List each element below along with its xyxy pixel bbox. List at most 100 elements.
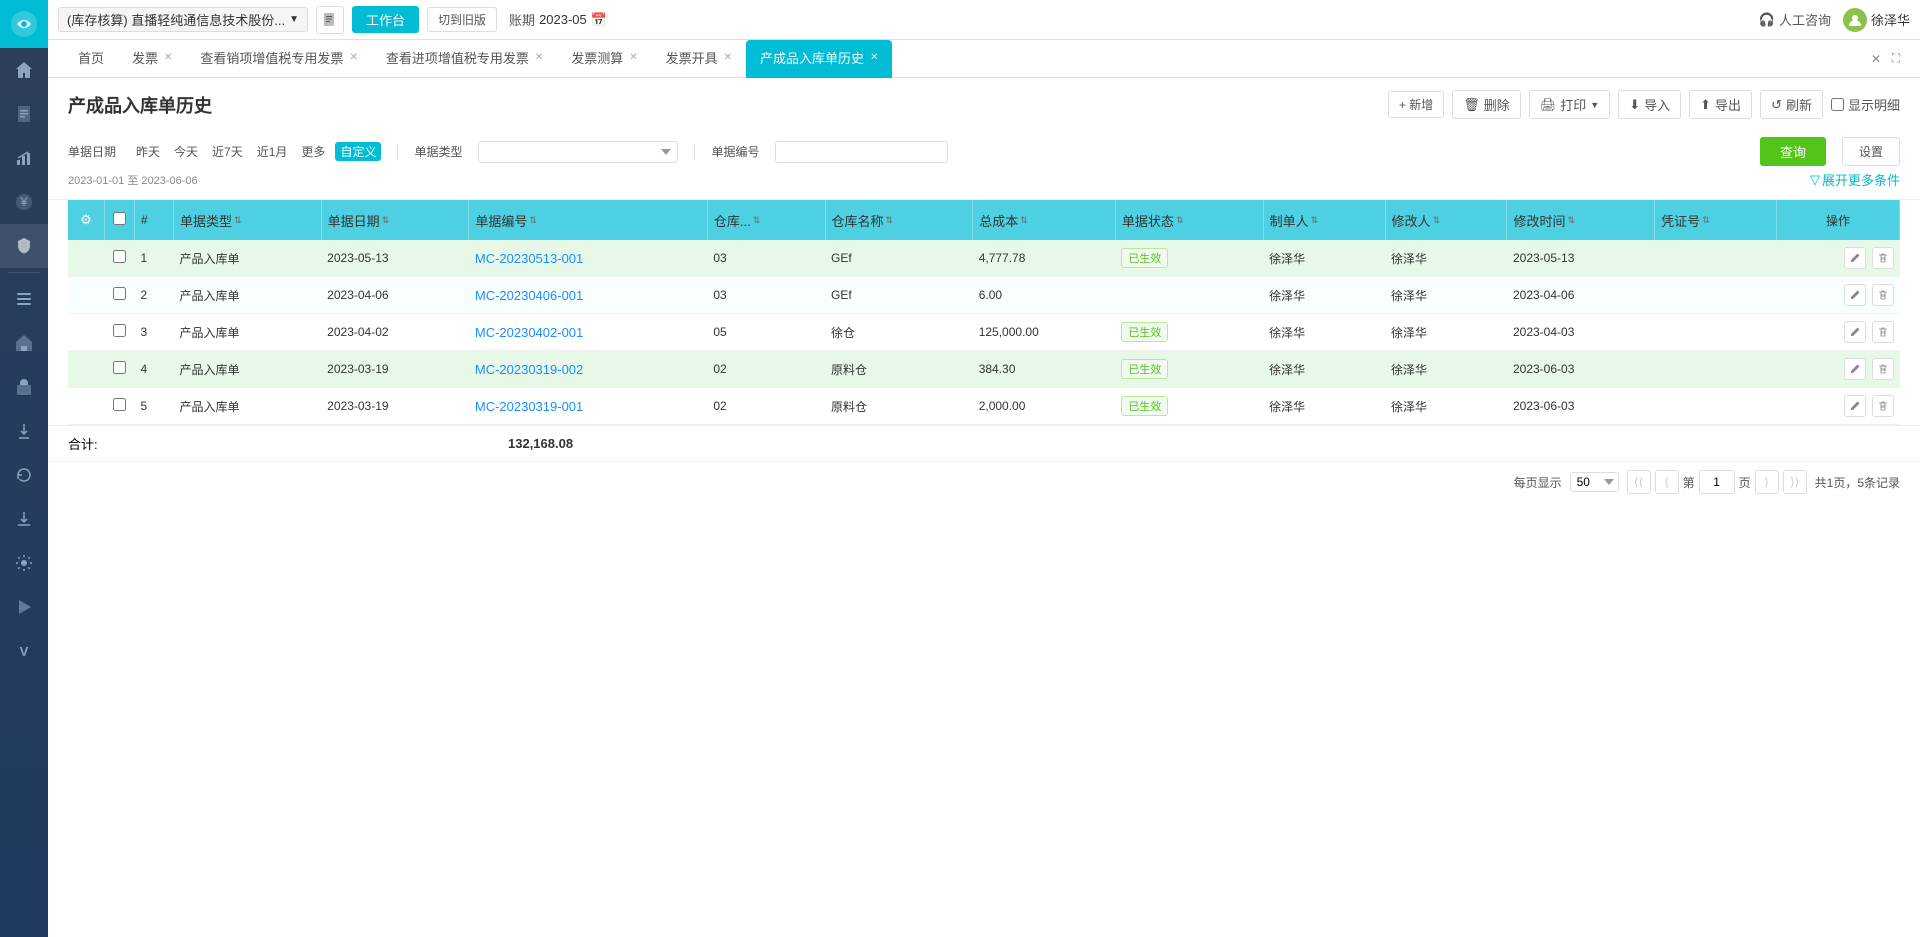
column-settings-icon[interactable]: ⚙: [74, 208, 98, 232]
sidebar-item-refresh[interactable]: [0, 453, 48, 497]
sidebar-item-list[interactable]: [0, 277, 48, 321]
company-selector[interactable]: (库存核算) 直播轻纯通信息技术股份... ▼: [58, 7, 308, 32]
sort-mtime-icon[interactable]: ⇅: [1568, 215, 1576, 226]
expand-filter-button[interactable]: ▽ 展开更多条件: [1810, 170, 1900, 189]
sidebar-item-document[interactable]: [0, 92, 48, 136]
tab-invoice-issue[interactable]: 发票开具 ✕: [652, 40, 746, 78]
sidebar-item-version[interactable]: V: [0, 629, 48, 673]
date-opt-today[interactable]: 今天: [170, 142, 202, 161]
sort-modifier-icon[interactable]: ⇅: [1433, 215, 1441, 226]
edit-btn-1[interactable]: [1844, 284, 1866, 306]
sort-creator-icon[interactable]: ⇅: [1311, 215, 1319, 226]
edit-btn-3[interactable]: [1844, 358, 1866, 380]
sort-number-icon[interactable]: ⇅: [529, 215, 537, 226]
select-all-checkbox[interactable]: [113, 212, 126, 225]
number-link-2[interactable]: MC-20230402-001: [475, 325, 583, 340]
tab-home-label: 首页: [78, 48, 104, 67]
next-page-button[interactable]: ⟩: [1755, 470, 1779, 494]
delete-btn-3[interactable]: [1872, 358, 1894, 380]
tab-purchase-invoice[interactable]: 查看进项增值税专用发票 ✕: [372, 40, 557, 78]
row-checkbox-3[interactable]: [113, 361, 126, 374]
sort-wname-icon[interactable]: ⇅: [886, 215, 894, 226]
sort-voucher-icon[interactable]: ⇅: [1702, 215, 1710, 226]
delete-btn-1[interactable]: [1872, 284, 1894, 306]
sort-date-icon[interactable]: ⇅: [382, 215, 390, 226]
delete-btn-2[interactable]: [1872, 321, 1894, 343]
sort-status-icon[interactable]: ⇅: [1176, 215, 1184, 226]
first-page-button[interactable]: ⟨⟨: [1627, 470, 1651, 494]
sidebar-item-finance[interactable]: ¥: [0, 180, 48, 224]
type-filter-select[interactable]: [478, 141, 678, 163]
sidebar-item-play[interactable]: [0, 585, 48, 629]
page-size-select[interactable]: 20 50 100: [1570, 472, 1619, 492]
sidebar-item-stamp[interactable]: [0, 409, 48, 453]
sidebar-item-warehouse[interactable]: [0, 321, 48, 365]
page-number-input[interactable]: [1699, 470, 1735, 494]
th-action: 操作: [1777, 200, 1900, 240]
row-checkbox-2[interactable]: [113, 324, 126, 337]
tab-product-history-close[interactable]: ✕: [870, 52, 878, 63]
workbench-button[interactable]: 工作台: [352, 6, 419, 33]
show-detail-checkbox[interactable]: [1831, 98, 1844, 111]
refresh-icon: ↺: [1771, 97, 1782, 113]
sidebar-item-inventory[interactable]: [0, 365, 48, 409]
sidebar-item-security[interactable]: [0, 224, 48, 268]
date-opt-yesterday[interactable]: 昨天: [132, 142, 164, 161]
last-page-button[interactable]: ⟩⟩: [1783, 470, 1807, 494]
number-link-0[interactable]: MC-20230513-001: [475, 251, 583, 266]
sort-cost-icon[interactable]: ⇅: [1020, 215, 1028, 226]
refresh-button[interactable]: ↺ 刷新: [1760, 90, 1823, 119]
tab-calc-close[interactable]: ✕: [629, 52, 637, 63]
query-button[interactable]: 查询: [1760, 137, 1826, 166]
maximize-button[interactable]: ⛶: [1888, 51, 1904, 67]
document-icon-btn[interactable]: [316, 6, 344, 34]
row-checkbox-4[interactable]: [113, 398, 126, 411]
new-button[interactable]: + 新增: [1388, 91, 1444, 118]
tab-home[interactable]: 首页: [64, 40, 118, 78]
sidebar-item-download[interactable]: [0, 497, 48, 541]
user-menu[interactable]: 徐泽华: [1843, 8, 1910, 32]
tab-issue-close[interactable]: ✕: [724, 52, 732, 63]
calendar-icon[interactable]: 📅: [591, 12, 607, 28]
date-opt-7days[interactable]: 近7天: [208, 142, 247, 161]
edit-btn-0[interactable]: [1844, 247, 1866, 269]
delete-button[interactable]: 🗑 删除: [1452, 90, 1521, 119]
edit-btn-4[interactable]: [1844, 395, 1866, 417]
number-link-1[interactable]: MC-20230406-001: [475, 288, 583, 303]
delete-btn-0[interactable]: [1872, 247, 1894, 269]
td-creator-3: 徐泽华: [1263, 351, 1385, 388]
tab-invoice[interactable]: 发票 ✕: [118, 40, 186, 78]
date-opt-more[interactable]: 更多: [297, 142, 329, 161]
row-checkbox-0[interactable]: [113, 250, 126, 263]
sidebar-item-home[interactable]: [0, 48, 48, 92]
service-button[interactable]: 🎧 人工咨询: [1759, 10, 1831, 29]
sidebar-item-settings[interactable]: [0, 541, 48, 585]
sidebar-item-chart[interactable]: [0, 136, 48, 180]
tab-sales-invoice[interactable]: 查看销项增值税专用发票 ✕: [186, 40, 371, 78]
tab-invoice-calc[interactable]: 发票测算 ✕: [557, 40, 651, 78]
print-button[interactable]: 🖨 打印 ▼: [1529, 90, 1610, 119]
minimize-button[interactable]: ✕: [1868, 51, 1884, 67]
sort-wcode-icon[interactable]: ⇅: [753, 215, 761, 226]
prev-page-button[interactable]: ⟨: [1655, 470, 1679, 494]
number-link-3[interactable]: MC-20230319-002: [475, 362, 583, 377]
number-filter-input[interactable]: [775, 141, 948, 163]
tab-product-history[interactable]: 产成品入库单历史 ✕: [746, 40, 892, 78]
date-opt-custom[interactable]: 自定义: [335, 142, 381, 161]
sort-type-icon[interactable]: ⇅: [234, 215, 242, 226]
import-button[interactable]: ⬇ 导入: [1618, 90, 1681, 119]
delete-btn-4[interactable]: [1872, 395, 1894, 417]
switch-version-button[interactable]: 切到旧版: [427, 7, 497, 32]
app-logo[interactable]: [0, 0, 48, 48]
date-opt-1month[interactable]: 近1月: [253, 142, 292, 161]
number-link-4[interactable]: MC-20230319-001: [475, 399, 583, 414]
export-button[interactable]: ⬆ 导出: [1689, 90, 1752, 119]
show-detail-checkbox-label[interactable]: 显示明细: [1831, 95, 1900, 114]
row-checkbox-1[interactable]: [113, 287, 126, 300]
tab-invoice-close[interactable]: ✕: [164, 52, 172, 63]
edit-btn-2[interactable]: [1844, 321, 1866, 343]
tab-purchase-close[interactable]: ✕: [535, 52, 543, 63]
page-actions: + 新增 🗑 删除 🖨 打印 ▼ ⬇ 导入 ⬆ 导出: [1388, 90, 1900, 119]
set-button[interactable]: 设置: [1842, 137, 1900, 166]
tab-sales-close[interactable]: ✕: [349, 52, 357, 63]
